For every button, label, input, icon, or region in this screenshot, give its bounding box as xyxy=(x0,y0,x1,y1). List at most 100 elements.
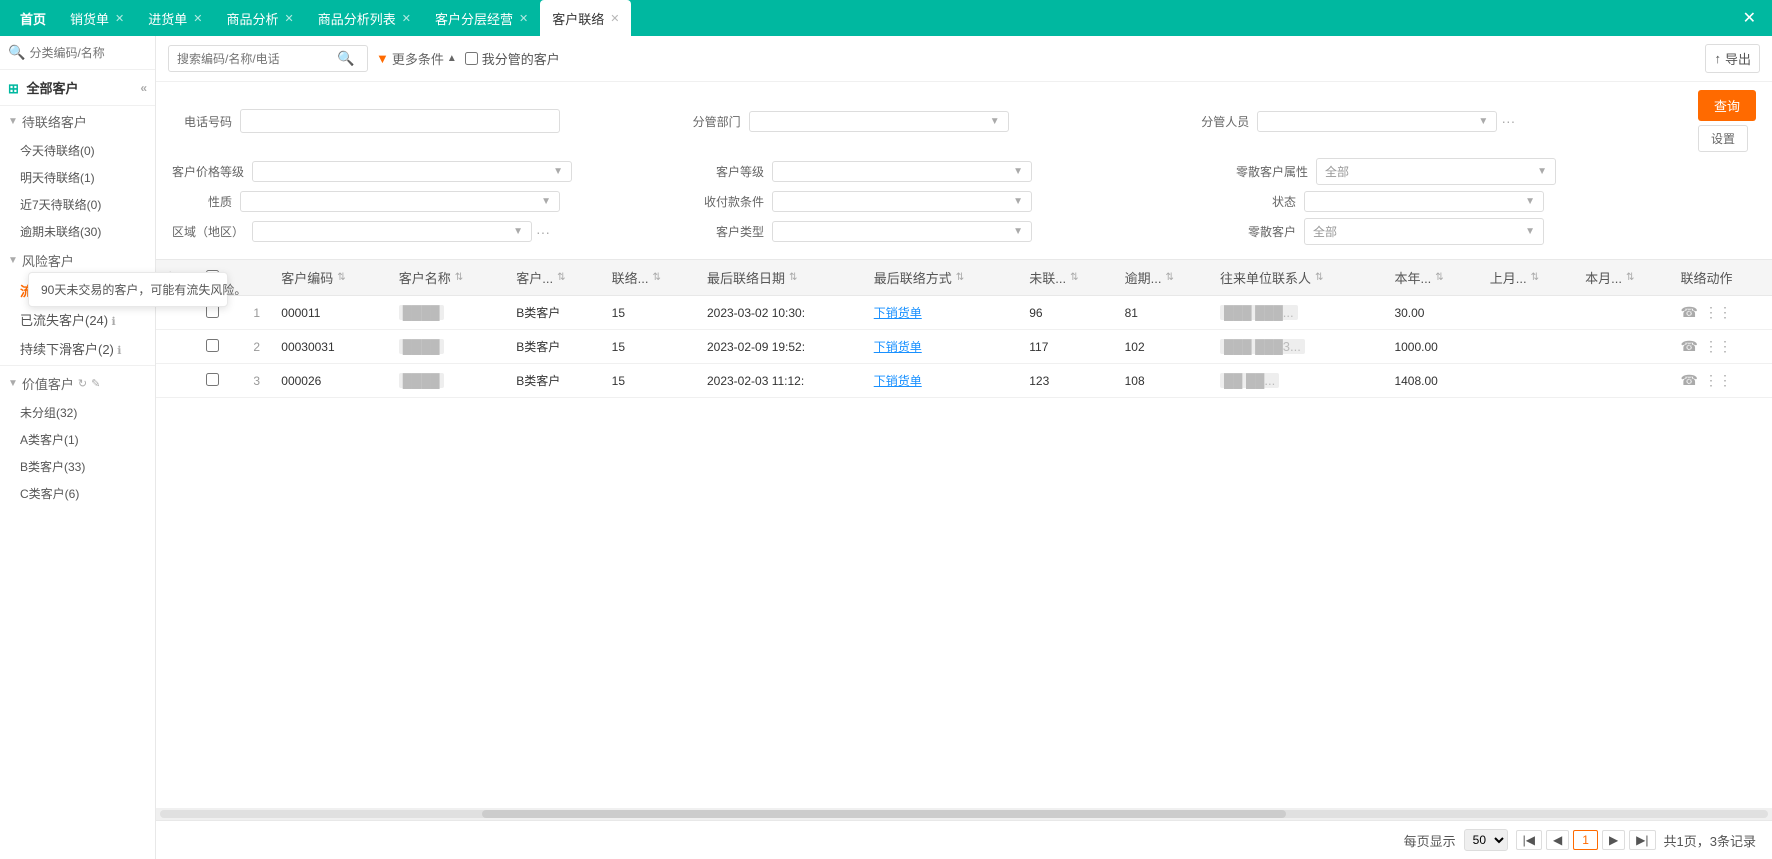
th-cust-type[interactable]: 客户... ⇅ xyxy=(508,260,603,296)
value-edit-icon[interactable]: ✎ xyxy=(91,377,100,390)
nav-analysis-list-close[interactable]: ✕ xyxy=(402,12,411,25)
th-name[interactable]: 客户名称 ⇅ xyxy=(391,260,509,296)
sidebar-search-input[interactable] xyxy=(29,46,147,60)
row3-name: ████ xyxy=(391,364,509,398)
person-more-icon[interactable]: ··· xyxy=(1501,113,1515,129)
nav-analysis-close[interactable]: ✕ xyxy=(285,12,294,25)
window-close-button[interactable]: ✕ xyxy=(1735,8,1764,28)
search-input[interactable] xyxy=(177,52,337,66)
nav-customer-tier-close[interactable]: ✕ xyxy=(519,12,528,25)
row3-check[interactable] xyxy=(206,373,219,386)
th-code[interactable]: 客户编码 ⇅ xyxy=(273,260,391,296)
price-tier-select[interactable]: ▼ xyxy=(252,161,572,182)
sidebar-item-downtrend[interactable]: 持续下滑客户(2) ℹ xyxy=(0,334,155,363)
search-box[interactable]: 🔍 xyxy=(168,45,368,72)
sidebar-item-class-c[interactable]: C类客户(6) xyxy=(0,480,155,507)
row3-cust-type: B类客户 xyxy=(508,364,603,398)
sidebar-item-tomorrow[interactable]: 明天待联络(1) xyxy=(0,164,155,191)
field-price-tier: 客户价格等级 ▼ xyxy=(172,161,692,182)
nav-home[interactable]: 首页 xyxy=(8,0,58,36)
sidebar-group-value[interactable]: ▼ 价值客户 ↻ ✎ xyxy=(0,368,155,399)
field-phone: 电话号码 xyxy=(172,109,669,133)
sidebar-item-overdue[interactable]: 逾期未联络(30) xyxy=(0,218,155,245)
dept-select[interactable]: ▼ xyxy=(749,111,1009,132)
retail-select[interactable]: 全部 ▼ xyxy=(1304,218,1544,245)
last-page-btn[interactable]: ▶| xyxy=(1629,830,1655,850)
scrollbar-thumb[interactable] xyxy=(482,810,1286,818)
cust-type-select[interactable]: ▼ xyxy=(772,221,1032,242)
row3-last-way[interactable]: 下销货单 xyxy=(866,364,1022,398)
row2-contact-icon[interactable]: ☎ xyxy=(1680,338,1697,355)
export-button[interactable]: ↑ 导出 xyxy=(1705,44,1760,73)
status-select[interactable]: ▼ xyxy=(1304,191,1544,212)
prev-page-btn[interactable]: ◀ xyxy=(1546,830,1569,850)
row3-contact-icon[interactable]: ☎ xyxy=(1680,372,1697,389)
nav-sales-close[interactable]: ✕ xyxy=(115,12,124,25)
row1-contact-icon[interactable]: ☎ xyxy=(1680,304,1697,321)
nav-analysis[interactable]: 商品分析 ✕ xyxy=(214,0,305,36)
th-this-month[interactable]: 本月... ⇅ xyxy=(1577,260,1672,296)
my-customers-checkbox[interactable] xyxy=(465,52,478,65)
cust-tier-select[interactable]: ▼ xyxy=(772,161,1032,182)
next-page-btn[interactable]: ▶ xyxy=(1602,830,1625,850)
th-last-contact-date[interactable]: 最后联络日期 ⇅ xyxy=(699,260,866,296)
row2-checkbox[interactable] xyxy=(198,330,240,364)
price-tier-label: 客户价格等级 xyxy=(172,163,244,180)
row2-last-way[interactable]: 下销货单 xyxy=(866,330,1022,364)
more-conditions-btn[interactable]: ▼ 更多条件 ▲ xyxy=(376,49,457,68)
search-icon[interactable]: 🔍 xyxy=(337,50,354,67)
nav-customer-contact-close[interactable]: ✕ xyxy=(610,12,619,25)
settings-button[interactable]: 设置 xyxy=(1698,125,1748,152)
row3-more-icon[interactable]: ⋮⋮ xyxy=(1704,372,1732,389)
sidebar-search-box[interactable]: 🔍 xyxy=(0,36,155,70)
last-date-sort-icon: ⇅ xyxy=(789,272,797,283)
sidebar-item-class-b[interactable]: B类客户(33) xyxy=(0,453,155,480)
th-last-month[interactable]: 上月... ⇅ xyxy=(1482,260,1577,296)
sidebar-item-today[interactable]: 今天待联络(0) xyxy=(0,137,155,164)
row2-check[interactable] xyxy=(206,339,219,352)
sidebar-item-class-a[interactable]: A类客户(1) xyxy=(0,426,155,453)
region-label: 区域（地区） xyxy=(172,223,244,240)
first-page-btn[interactable]: |◀ xyxy=(1516,830,1542,850)
th-uncontacted[interactable]: 未联... ⇅ xyxy=(1021,260,1116,296)
nav-analysis-list[interactable]: 商品分析列表 ✕ xyxy=(306,0,423,36)
sidebar-item-7days[interactable]: 近7天待联络(0) xyxy=(0,191,155,218)
nav-customer-tier[interactable]: 客户分层经营 ✕ xyxy=(423,0,540,36)
risk-arrow-icon: ▼ xyxy=(8,255,18,266)
current-page: 1 xyxy=(1573,830,1598,850)
row3-checkbox[interactable] xyxy=(198,364,240,398)
nav-sales[interactable]: 销货单 ✕ xyxy=(58,0,136,36)
cust-type-arrow-icon: ▼ xyxy=(1013,226,1023,237)
per-page-select[interactable]: 50 xyxy=(1464,829,1508,851)
th-contact[interactable]: 联络... ⇅ xyxy=(604,260,699,296)
nav-customer-contact[interactable]: 客户联络 ✕ xyxy=(540,0,631,36)
sidebar-item-ungrouped[interactable]: 未分组(32) xyxy=(0,399,155,426)
sidebar-item-churned[interactable]: 已流失客户(24) ℹ xyxy=(0,305,155,334)
th-this-year[interactable]: 本年... ⇅ xyxy=(1386,260,1481,296)
th-overdue[interactable]: 逾期... ⇅ xyxy=(1117,260,1212,296)
th-last-contact-way[interactable]: 最后联络方式 ⇅ xyxy=(866,260,1022,296)
sidebar-collapse-btn[interactable]: « xyxy=(140,81,147,95)
row1-more-icon[interactable]: ⋮⋮ xyxy=(1704,304,1732,321)
payment-select[interactable]: ▼ xyxy=(772,191,1032,212)
region-select[interactable]: ▼ xyxy=(252,221,532,242)
table-footer: 每页显示 50 |◀ ◀ 1 ▶ ▶| 共1页，3条记录 xyxy=(156,820,1772,859)
nature-select[interactable]: ▼ xyxy=(240,191,560,212)
phone-input[interactable] xyxy=(240,109,560,133)
person-select[interactable]: ▼ xyxy=(1257,111,1497,132)
region-more-icon[interactable]: ··· xyxy=(536,224,550,240)
row1-last-way[interactable]: 下销货单 xyxy=(866,296,1022,330)
th-unit-contact[interactable]: 往来单位联系人 ⇅ xyxy=(1212,260,1387,296)
field-cust-type: 客户类型 ▼ xyxy=(704,221,1224,242)
row2-more-icon[interactable]: ⋮⋮ xyxy=(1704,338,1732,355)
nav-purchase-close[interactable]: ✕ xyxy=(193,12,202,25)
sidebar-all-customers[interactable]: ⊞ 全部客户 « xyxy=(0,70,155,106)
value-refresh-icon[interactable]: ↻ xyxy=(78,377,87,390)
row1-code: 000011 xyxy=(273,296,391,330)
horizontal-scrollbar[interactable] xyxy=(156,808,1772,820)
nav-purchase[interactable]: 进货单 ✕ xyxy=(136,0,214,36)
my-customers-filter[interactable]: 我分管的客户 xyxy=(465,49,560,68)
query-button[interactable]: 查询 xyxy=(1698,90,1756,121)
retail-attr-select[interactable]: 全部 ▼ xyxy=(1316,158,1556,185)
sidebar-group-pending[interactable]: ▼ 待联络客户 xyxy=(0,106,155,137)
